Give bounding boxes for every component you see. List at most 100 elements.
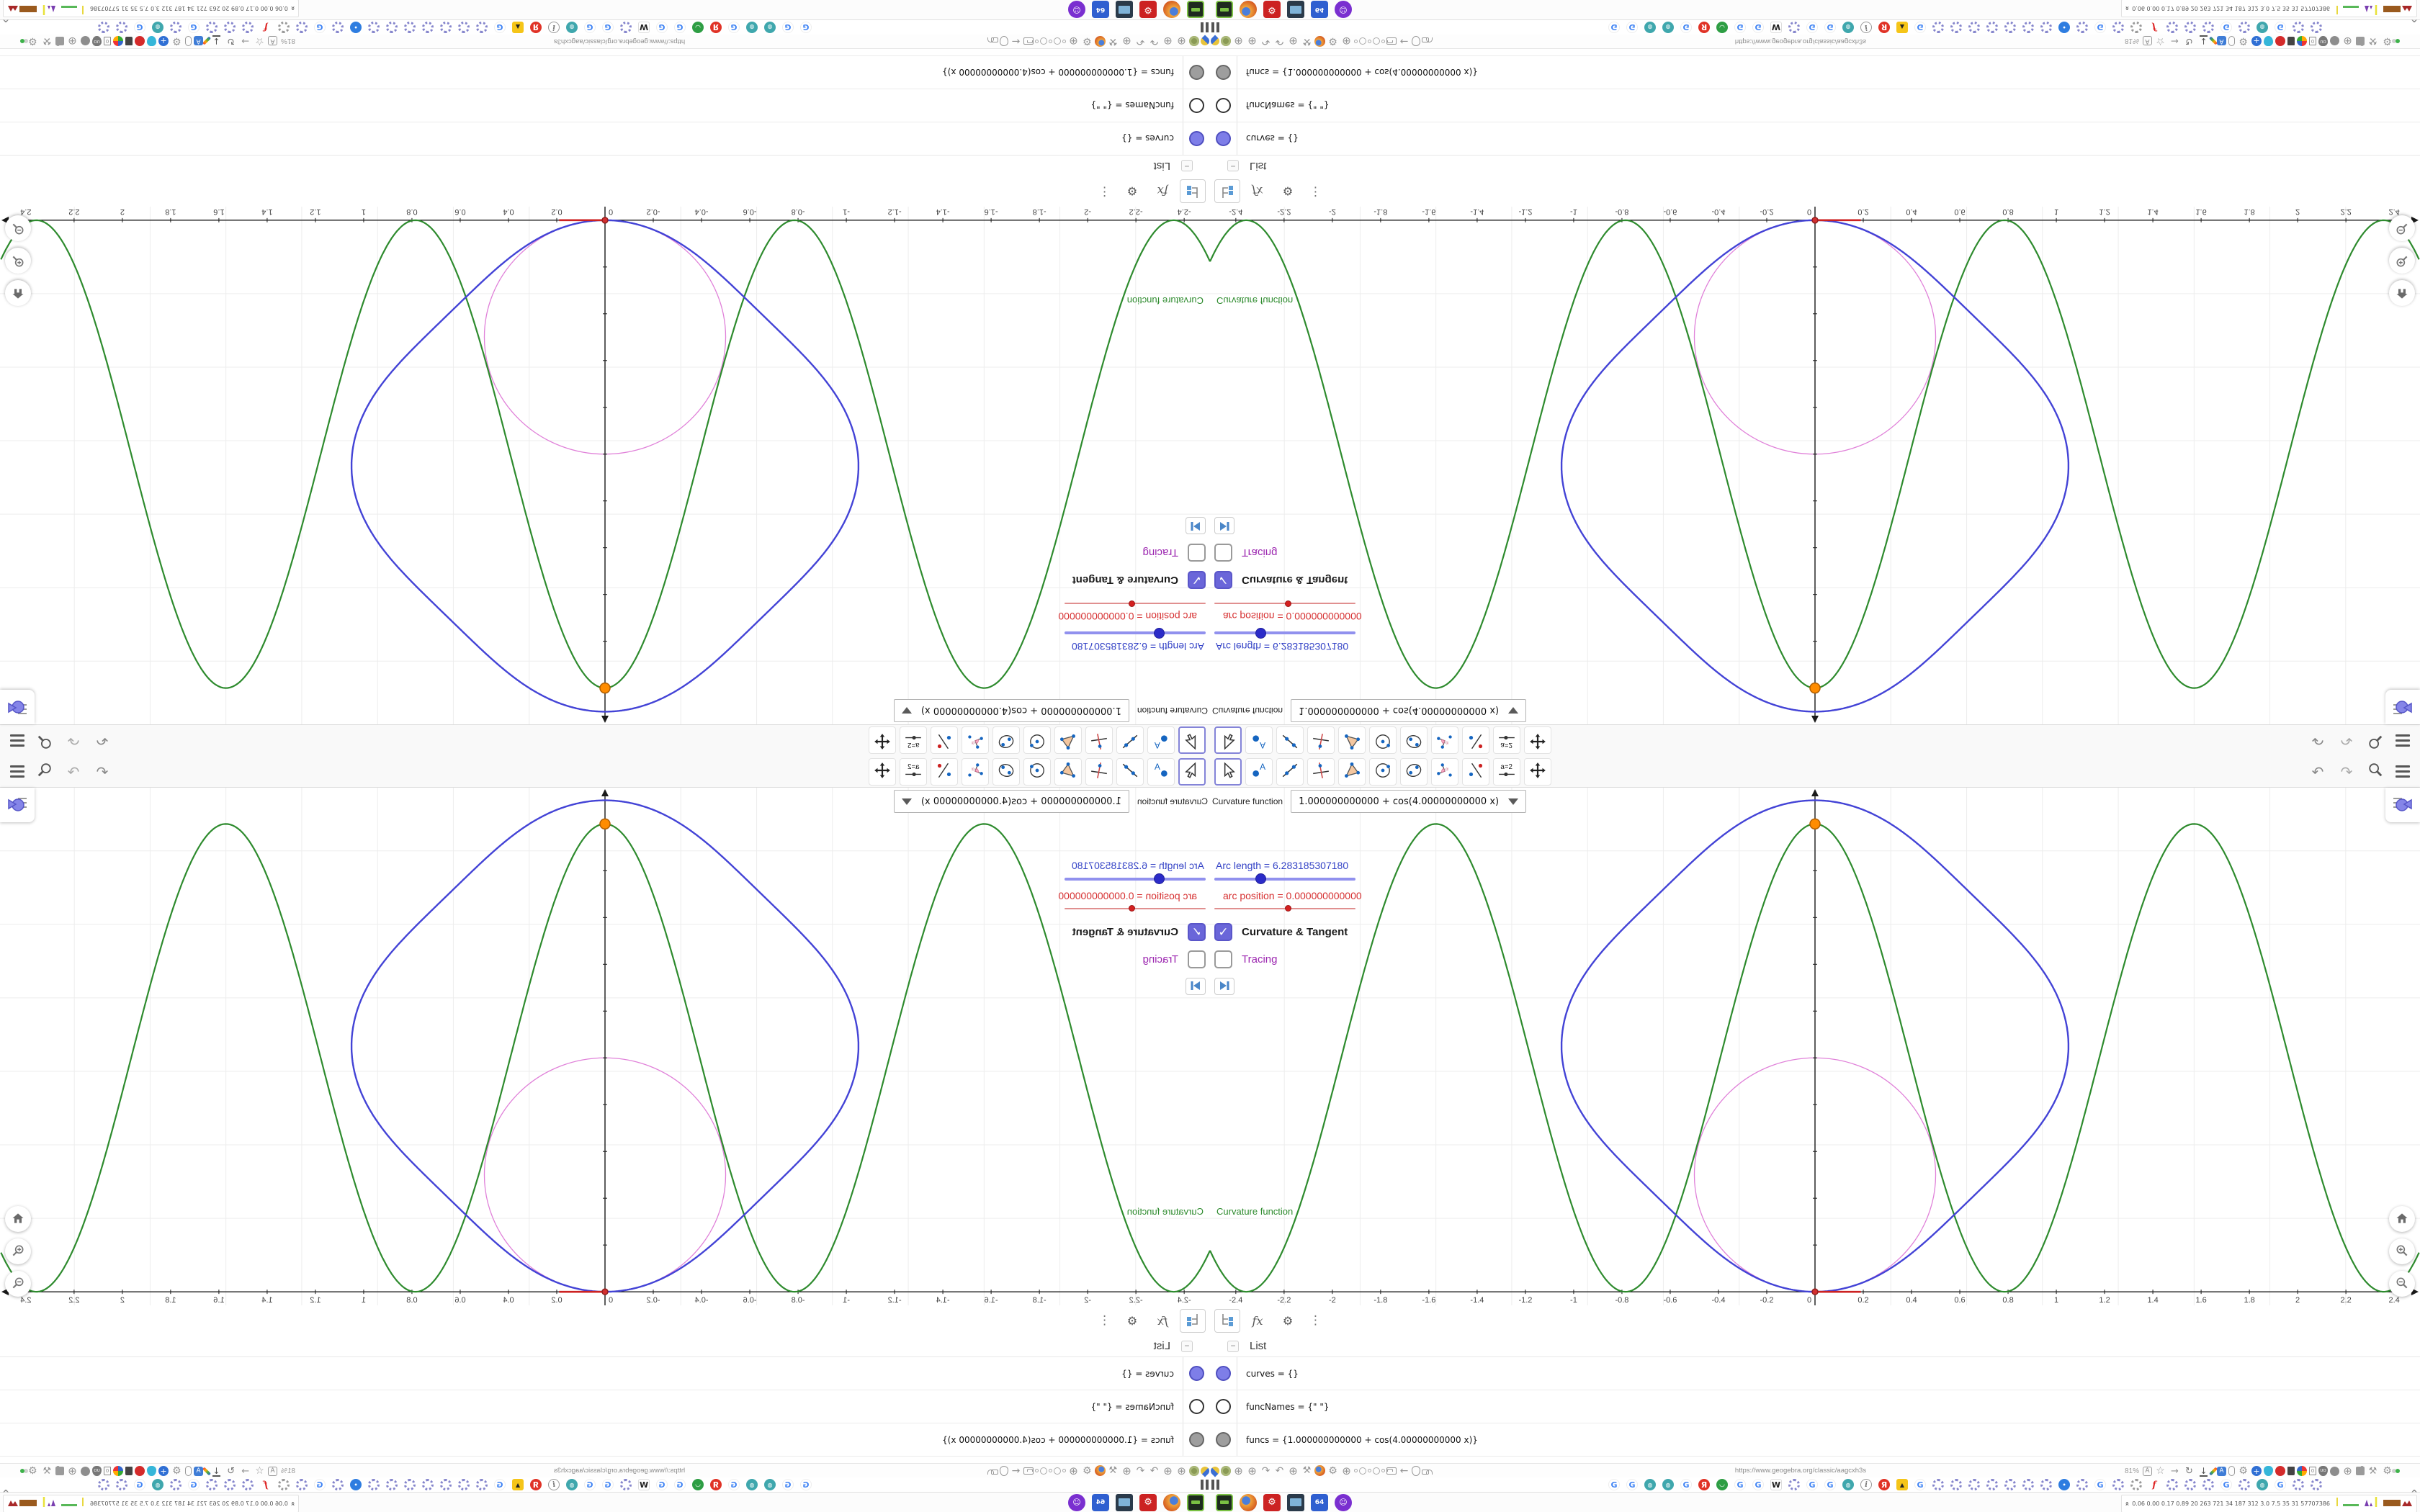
favicon-wheel[interactable] <box>386 22 398 33</box>
arc-position-slider-handle[interactable] <box>1128 905 1135 912</box>
play-step-button[interactable] <box>1186 517 1206 534</box>
graphics-view[interactable]: -2.4 -2.2 -2 -1.8 -1.6 -1.4 -1.2 -1 -0.8 -0.6 -0.4… <box>1210 207 2420 724</box>
folder-icon[interactable] <box>1023 1467 1034 1475</box>
plusblue-icon[interactable] <box>158 1466 169 1476</box>
taskbar-app-drive-icon[interactable] <box>1187 1 1204 19</box>
curvature-function-input[interactable]: 1.000000000000 + cos(4.00000000000 x) <box>893 699 1129 722</box>
favicon-wheel[interactable] <box>2166 22 2178 33</box>
zoom-out-button[interactable] <box>5 1271 31 1297</box>
favicon-ya[interactable]: Я <box>530 22 542 33</box>
angle-tool-button[interactable]: α <box>1431 757 1458 786</box>
favicon-wheel[interactable] <box>2040 1479 2052 1490</box>
algebra-row[interactable]: curves = {} <box>1210 1357 2420 1390</box>
gear-icon[interactable] <box>2237 1465 2249 1477</box>
redo-button[interactable]: ↷ <box>65 763 82 780</box>
greendot-icon[interactable] <box>2396 1469 2400 1473</box>
arc-position-slider[interactable] <box>1214 598 1360 609</box>
home-button[interactable] <box>2389 1206 2415 1232</box>
lock-icon[interactable] <box>1422 1469 1433 1475</box>
undo-button[interactable]: ↶ <box>94 732 111 750</box>
translate-icon[interactable] <box>2143 36 2152 46</box>
wrench-icon[interactable] <box>1301 1464 1313 1477</box>
favicon-gearfav[interactable] <box>2130 22 2142 33</box>
favicon-w[interactable]: W <box>638 22 650 33</box>
favicon-wheel[interactable] <box>332 1479 344 1490</box>
algebra-fx-button[interactable]: fx <box>1245 1308 1270 1333</box>
greendot-icon[interactable] <box>2396 39 2400 43</box>
arc-position-slider-handle[interactable] <box>1128 600 1135 607</box>
shieldcyan-icon[interactable] <box>147 1466 156 1476</box>
globe-icon[interactable] <box>1287 1464 1299 1477</box>
wrench-icon[interactable] <box>2367 35 2379 48</box>
lock-icon[interactable] <box>991 1469 998 1475</box>
arrowright-icon[interactable] <box>239 1465 251 1477</box>
puzzle-icon[interactable] <box>55 1467 64 1475</box>
collapse-toggle[interactable]: − <box>1227 1340 1239 1352</box>
algebra-row[interactable]: funcNames = {" "} <box>0 89 1210 122</box>
algebra-row[interactable]: curves = {} <box>0 1357 1210 1390</box>
reflect-tool-button[interactable] <box>1462 757 1489 786</box>
url-text[interactable]: https://www.geogebra.org/classic/aagcxh3… <box>1685 1467 1916 1475</box>
wrench-icon[interactable] <box>1107 35 1119 48</box>
arc-length-slider[interactable] <box>1214 628 1360 639</box>
favicon-g[interactable]: G <box>188 22 200 33</box>
favicon-g[interactable]: G <box>134 1479 145 1490</box>
angle-tool-button[interactable]: α <box>1431 726 1458 755</box>
favicon-w[interactable]: W <box>638 1479 650 1490</box>
globe-icon[interactable] <box>1121 1464 1133 1477</box>
plusblue-icon[interactable] <box>158 36 169 46</box>
arrowright-icon[interactable] <box>2169 35 2181 48</box>
tracing-checkbox[interactable] <box>1188 544 1206 562</box>
point-tool-button[interactable]: A <box>1245 726 1273 755</box>
taskbar-app-firefox-icon[interactable] <box>1163 1 1180 19</box>
favicon-wheel[interactable] <box>422 1479 434 1490</box>
taskbar-app-monitor-icon[interactable] <box>1287 1493 1304 1511</box>
shieldcyan-icon[interactable] <box>2264 36 2273 46</box>
taskbar-app-drive-icon[interactable] <box>1187 1493 1204 1511</box>
gear-icon[interactable] <box>2237 35 2249 48</box>
curvature-value-point[interactable] <box>1809 818 1821 830</box>
pin-icon[interactable] <box>1210 1464 1222 1477</box>
pin-icon[interactable] <box>1198 1464 1210 1477</box>
arc-icon[interactable] <box>1260 35 1272 48</box>
folder-icon[interactable] <box>1386 37 1397 45</box>
favicon-photo[interactable]: ▲ <box>512 22 524 33</box>
favicon-fred[interactable]: f <box>260 22 272 33</box>
favicon-teal[interactable]: ◍ <box>1662 22 1674 33</box>
dot-icon[interactable] <box>1368 1469 1371 1472</box>
home-button[interactable] <box>5 280 31 306</box>
oval-icon[interactable] <box>2228 36 2235 46</box>
algebra-settings-button[interactable]: ⚙ <box>1119 179 1145 204</box>
favicon-chat[interactable]: • <box>2058 22 2070 33</box>
share-icon[interactable] <box>2297 1466 2307 1476</box>
favicon-wheel[interactable] <box>296 22 308 33</box>
star-icon[interactable] <box>254 35 266 48</box>
favicon-teal[interactable]: ◍ <box>1842 1479 1854 1490</box>
perpendicular-line-tool-button[interactable] <box>1307 757 1335 786</box>
undo-button[interactable]: ↶ <box>2309 732 2326 750</box>
favicon-octo[interactable]: ◡ <box>692 1479 704 1490</box>
favicon-g[interactable]: G <box>2220 22 2232 33</box>
zoom-out-button[interactable] <box>5 215 31 241</box>
visibility-toggle[interactable] <box>1189 1432 1204 1447</box>
arc-length-slider[interactable] <box>1060 628 1206 639</box>
arc-length-slider-handle[interactable] <box>1255 628 1266 639</box>
taskbar-app-drive-icon[interactable] <box>1216 1 1233 19</box>
circle-tool-button[interactable] <box>1369 726 1397 755</box>
translate2-icon[interactable] <box>2217 36 2226 46</box>
globe-icon[interactable] <box>66 35 79 48</box>
favicon-wheel[interactable] <box>98 22 109 33</box>
translate-icon[interactable] <box>268 36 277 46</box>
favicon-g[interactable]: G <box>2094 22 2106 33</box>
favicon-gearfav[interactable] <box>2130 1479 2142 1490</box>
wrench-icon[interactable] <box>41 35 53 48</box>
move-graphics-view-tool-button[interactable] <box>869 757 896 786</box>
firefox-icon[interactable] <box>1314 36 1325 47</box>
search-button[interactable] <box>2367 763 2384 780</box>
download-icon[interactable] <box>2197 1465 2210 1477</box>
visibility-toggle[interactable] <box>1189 65 1204 80</box>
favicon-wheel[interactable] <box>98 1479 109 1490</box>
tray-expander[interactable]: ^ <box>2 14 9 24</box>
favicon-wheel[interactable] <box>404 1479 416 1490</box>
shieldcyan-icon[interactable] <box>147 36 156 46</box>
